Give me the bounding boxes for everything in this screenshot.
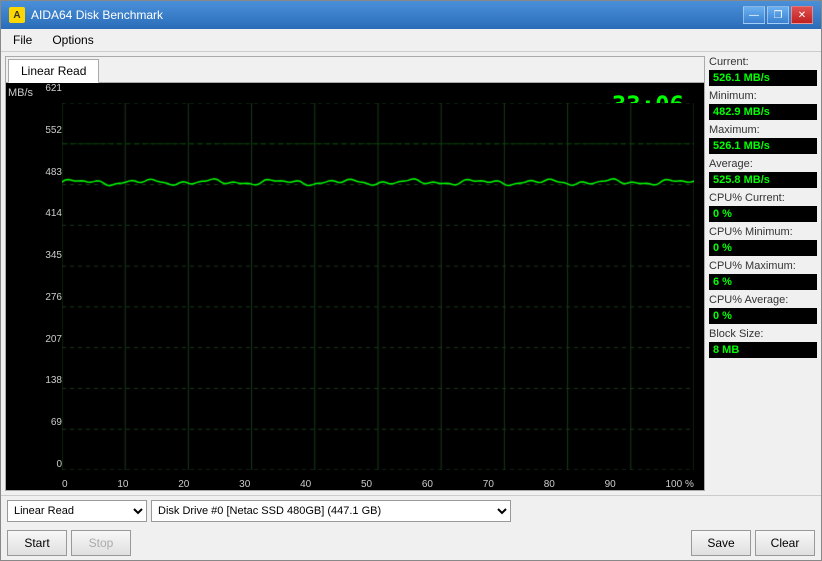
app-icon: A [9,7,25,23]
stat-maximum: Maximum: 526.1 MB/s [709,124,817,154]
y-label-621: 621 [34,83,62,94]
menu-options[interactable]: Options [44,31,101,49]
y-label-276: 276 [34,292,62,303]
y-label-414: 414 [34,208,62,219]
left-panel: Linear Read MB/s 33:06 0 69 138 207 276 … [5,56,705,491]
start-button[interactable]: Start [7,530,67,556]
x-axis: 0 10 20 30 40 50 60 70 80 90 100 % [62,479,694,490]
x-label-90: 90 [605,479,616,490]
x-label-20: 20 [178,479,189,490]
y-label-345: 345 [34,250,62,261]
main-content: Linear Read MB/s 33:06 0 69 138 207 276 … [1,52,821,495]
close-button[interactable]: ✕ [791,6,813,24]
menu-bar: File Options [1,29,821,52]
title-bar: A AIDA64 Disk Benchmark — ❐ ✕ [1,1,821,29]
cpu-average-label: CPU% Average: [709,294,817,306]
save-button[interactable]: Save [691,530,751,556]
current-label: Current: [709,56,817,68]
test-type-select[interactable]: Linear Read [7,500,147,522]
maximum-value: 526.1 MB/s [709,138,817,154]
average-value: 525.8 MB/s [709,172,817,188]
menu-file[interactable]: File [5,31,40,49]
main-window: A AIDA64 Disk Benchmark — ❐ ✕ File Optio… [0,0,822,561]
minimum-value: 482.9 MB/s [709,104,817,120]
y-label-483: 483 [34,167,62,178]
cpu-minimum-label: CPU% Minimum: [709,226,817,238]
x-label-50: 50 [361,479,372,490]
current-value: 526.1 MB/s [709,70,817,86]
block-size-value: 8 MB [709,342,817,358]
y-label-138: 138 [34,375,62,386]
stat-cpu-maximum: CPU% Maximum: 6 % [709,260,817,290]
button-row: Start Stop Save Clear [1,526,821,560]
drive-select[interactable]: Disk Drive #0 [Netac SSD 480GB] (447.1 G… [151,500,511,522]
right-panel: Current: 526.1 MB/s Minimum: 482.9 MB/s … [709,56,817,491]
stat-cpu-minimum: CPU% Minimum: 0 % [709,226,817,256]
window-title: AIDA64 Disk Benchmark [31,8,163,22]
x-label-40: 40 [300,479,311,490]
cpu-average-value: 0 % [709,308,817,324]
stat-cpu-current: CPU% Current: 0 % [709,192,817,222]
average-label: Average: [709,158,817,170]
cpu-current-value: 0 % [709,206,817,222]
x-label-10: 10 [117,479,128,490]
stat-cpu-average: CPU% Average: 0 % [709,294,817,324]
y-axis: 0 69 138 207 276 345 414 483 552 621 [34,83,62,470]
cpu-maximum-value: 6 % [709,274,817,290]
stat-average: Average: 525.8 MB/s [709,158,817,188]
maximum-label: Maximum: [709,124,817,136]
y-axis-label: MB/s [8,87,33,99]
x-label-80: 80 [544,479,555,490]
cpu-minimum-value: 0 % [709,240,817,256]
x-label-60: 60 [422,479,433,490]
y-label-207: 207 [34,334,62,345]
chart-canvas [62,103,694,470]
clear-button[interactable]: Clear [755,530,815,556]
minimize-button[interactable]: — [743,6,765,24]
block-size-label: Block Size: [709,328,817,340]
y-label-552: 552 [34,125,62,136]
title-buttons: — ❐ ✕ [743,6,813,24]
cpu-maximum-label: CPU% Maximum: [709,260,817,272]
bottom-bar: Linear Read Disk Drive #0 [Netac SSD 480… [1,495,821,526]
tab-linear-read[interactable]: Linear Read [8,59,99,83]
x-label-30: 30 [239,479,250,490]
restore-button[interactable]: ❐ [767,6,789,24]
y-label-0: 0 [34,459,62,470]
minimum-label: Minimum: [709,90,817,102]
stat-current: Current: 526.1 MB/s [709,56,817,86]
x-label-70: 70 [483,479,494,490]
cpu-current-label: CPU% Current: [709,192,817,204]
stat-block-size: Block Size: 8 MB [709,328,817,358]
chart-area: MB/s 33:06 0 69 138 207 276 345 414 483 … [6,83,704,490]
stat-minimum: Minimum: 482.9 MB/s [709,90,817,120]
x-label-100: 100 % [666,479,694,490]
tab-bar: Linear Read [6,57,704,83]
title-bar-left: A AIDA64 Disk Benchmark [9,7,163,23]
x-label-0: 0 [62,479,68,490]
y-label-69: 69 [34,417,62,428]
stop-button[interactable]: Stop [71,530,131,556]
